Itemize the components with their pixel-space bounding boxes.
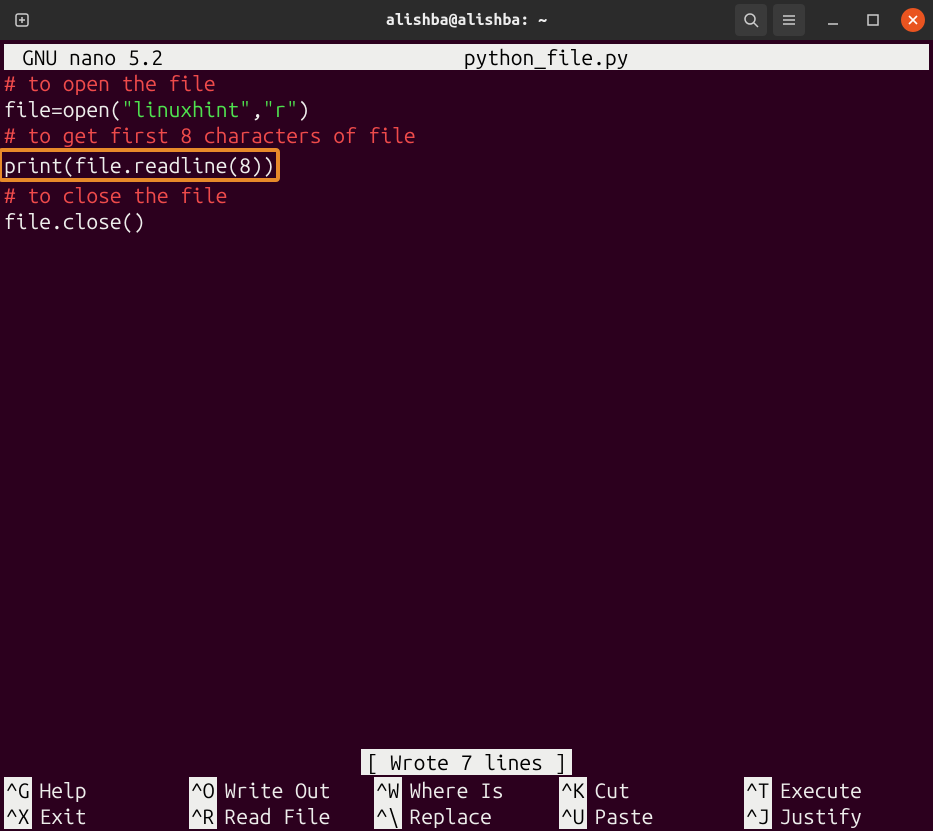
shortcut-writeout: ^O Write Out [189, 777, 374, 803]
shortcut-label: Paste [595, 803, 654, 829]
shortcut-label: Justify [780, 803, 862, 829]
shortcut-paste: ^U Paste [559, 803, 744, 829]
terminal-area[interactable]: GNU nano 5.2 python_file.py # to open th… [0, 40, 933, 831]
editor-content[interactable]: # to open the file file=open("linuxhint"… [4, 70, 929, 234]
shortcut-exit: ^X Exit [4, 803, 189, 829]
maximize-icon [867, 14, 879, 26]
minimize-icon [827, 14, 839, 26]
shortcut-execute: ^T Execute [744, 777, 929, 803]
window-title: alishba@alishba: ~ [386, 11, 547, 29]
code-comment: # to get first 8 characters of file [4, 123, 416, 147]
shortcut-key: ^R [189, 803, 217, 829]
menu-button[interactable] [773, 4, 805, 36]
shortcut-label: Help [40, 777, 87, 803]
shortcut-readfile: ^R Read File [189, 803, 374, 829]
new-tab-button[interactable] [8, 5, 38, 35]
shortcut-whereis: ^W Where Is [374, 777, 559, 803]
code-comment: # to open the file [4, 71, 216, 95]
close-icon [908, 15, 918, 25]
new-tab-icon [14, 11, 32, 29]
shortcut-label: Replace [410, 803, 492, 829]
shortcut-help: ^G Help [4, 777, 189, 803]
shortcut-label: Where Is [410, 777, 504, 803]
search-button[interactable] [735, 4, 767, 36]
hamburger-icon [781, 12, 797, 28]
window-titlebar: alishba@alishba: ~ [0, 0, 933, 40]
shortcut-label: Write Out [225, 777, 331, 803]
shortcut-key: ^G [4, 777, 32, 803]
shortcut-key: ^T [744, 777, 772, 803]
nano-status: [ Wrote 7 lines ] [361, 749, 573, 775]
code-text: print(file.readline(8)) [4, 153, 274, 177]
shortcut-key: ^W [374, 777, 402, 803]
shortcut-label: Read File [225, 803, 331, 829]
shortcut-label: Exit [40, 803, 87, 829]
code-string: "linuxhint" [122, 97, 251, 121]
shortcut-key: ^\ [374, 803, 402, 829]
code-text: ) [298, 97, 310, 121]
shortcut-label: Cut [595, 777, 630, 803]
nano-shortcuts: ^G Help ^O Write Out ^W Where Is ^K Cut … [4, 777, 929, 829]
maximize-button[interactable] [861, 8, 885, 32]
shortcut-justify: ^J Justify [744, 803, 929, 829]
code-text: file=open( [4, 97, 122, 121]
search-icon [743, 12, 759, 28]
shortcut-label: Execute [780, 777, 862, 803]
shortcut-key: ^X [4, 803, 32, 829]
close-button[interactable] [901, 8, 925, 32]
code-comment: # to close the file [4, 183, 227, 207]
shortcut-key: ^O [189, 777, 217, 803]
shortcut-key: ^U [559, 803, 587, 829]
shortcut-key: ^J [744, 803, 772, 829]
nano-brand: GNU nano 5.2 [4, 44, 163, 70]
shortcut-cut: ^K Cut [559, 777, 744, 803]
shortcut-key: ^K [559, 777, 587, 803]
highlighted-line: print(file.readline(8)) [0, 148, 280, 182]
minimize-button[interactable] [821, 8, 845, 32]
code-string: "r" [263, 97, 298, 121]
nano-header: GNU nano 5.2 python_file.py [4, 44, 929, 70]
code-text: , [251, 97, 263, 121]
nano-filename: python_file.py [464, 44, 629, 70]
code-text: file.close() [4, 209, 145, 233]
shortcut-replace: ^\ Replace [374, 803, 559, 829]
